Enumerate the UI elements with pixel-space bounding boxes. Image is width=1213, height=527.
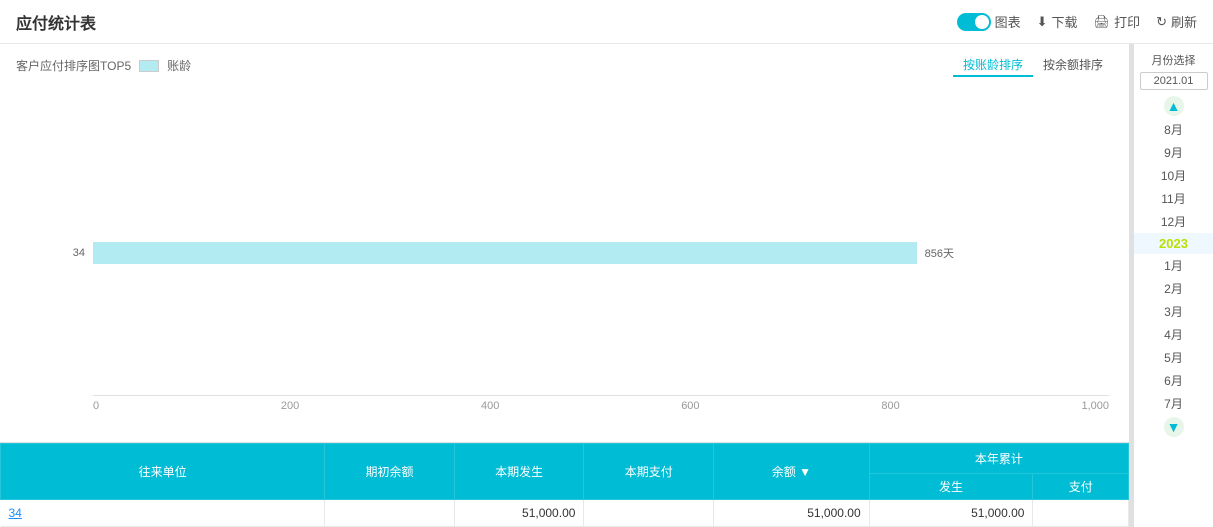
- toggle-label: 图表: [995, 12, 1021, 31]
- refresh-button[interactable]: ↻ 刷新: [1156, 12, 1197, 31]
- x-label-600: 600: [681, 400, 699, 412]
- x-label-400: 400: [481, 400, 499, 412]
- x-axis: 0 200 400 600 800 1,000: [93, 395, 1109, 412]
- sort-by-balance-btn[interactable]: 按账龄排序: [953, 54, 1033, 77]
- bar-fill: [93, 242, 917, 264]
- col-unit-header: 往来单位: [1, 444, 325, 500]
- download-icon: ⬇: [1037, 14, 1048, 30]
- sidebar-month-6[interactable]: 6月: [1134, 369, 1213, 392]
- sidebar-month-3[interactable]: 3月: [1134, 300, 1213, 323]
- cell-ytd-pay: [1033, 500, 1129, 527]
- header-actions: 图表 ⬇ 下载 🖨 打印 ↻ 刷新: [957, 12, 1197, 31]
- x-label-0: 0: [93, 400, 99, 412]
- sidebar-month-1[interactable]: 1月: [1134, 254, 1213, 277]
- sort-by-amount-btn[interactable]: 按余额排序: [1033, 54, 1113, 77]
- x-label-800: 800: [881, 400, 899, 412]
- table-wrapper: 往来单位 期初余额 本期发生 本期支付 余额 ▼ 本年累计: [0, 443, 1129, 527]
- bar-label: 34: [60, 247, 85, 259]
- bar-track: 856天: [93, 242, 1029, 264]
- sidebar-month-2[interactable]: 2月: [1134, 277, 1213, 300]
- x-label-1000: 1,000: [1081, 400, 1109, 412]
- print-label: 打印: [1114, 12, 1140, 31]
- sidebar-year-2023[interactable]: 2023: [1134, 233, 1213, 254]
- cell-balance: 51,000.00: [714, 500, 870, 527]
- sidebar-month-4[interactable]: 4月: [1134, 323, 1213, 346]
- cell-opening: [325, 500, 455, 527]
- table-section: 往来单位 期初余额 本期发生 本期支付 余额 ▼ 本年累计: [0, 442, 1129, 527]
- refresh-icon: ↻: [1156, 14, 1167, 30]
- chart-legend: 客户应付排序图TOP5 账龄: [16, 57, 191, 74]
- sidebar-month-11[interactable]: 11月: [1134, 187, 1213, 210]
- sidebar-title: 月份选择: [1152, 48, 1196, 72]
- sidebar-month-7[interactable]: 7月: [1134, 392, 1213, 415]
- sidebar-month-9[interactable]: 9月: [1134, 141, 1213, 164]
- col-ytd-occur-header: 发生: [869, 474, 1033, 500]
- x-label-200: 200: [281, 400, 299, 412]
- chart-sort: 按账龄排序 按余额排序: [953, 54, 1113, 77]
- sidebar-month-10[interactable]: 10月: [1134, 164, 1213, 187]
- main-content: 客户应付排序图TOP5 账龄 按账龄排序 按余额排序 34: [0, 44, 1213, 527]
- cell-unit[interactable]: 34: [1, 500, 325, 527]
- print-icon: 🖨: [1094, 14, 1111, 30]
- sidebar-month-5[interactable]: 5月: [1134, 346, 1213, 369]
- refresh-label: 刷新: [1171, 12, 1197, 31]
- download-label: 下载: [1052, 12, 1078, 31]
- legend-title: 客户应付排序图TOP5: [16, 57, 131, 74]
- balance-label: 余额: [772, 465, 796, 479]
- legend-box-label: 账龄: [167, 57, 191, 74]
- col-occur-header: 本期发生: [454, 444, 584, 500]
- page-title: 应付统计表: [16, 10, 96, 34]
- download-button[interactable]: ⬇ 下载: [1037, 12, 1078, 31]
- sidebar-month-8[interactable]: 8月: [1134, 118, 1213, 141]
- table-row: 34 51,000.00 51,000.00 51,000.00: [1, 500, 1129, 527]
- sidebar-date[interactable]: 2021.01: [1140, 72, 1208, 90]
- data-table: 往来单位 期初余额 本期发生 本期支付 余额 ▼ 本年累计: [0, 443, 1129, 527]
- chart-body: 34 856天 0 200 400 600 800: [0, 83, 1129, 442]
- cell-pay: [584, 500, 714, 527]
- balance-sort-icon[interactable]: ▼: [799, 465, 811, 479]
- col-opening-header: 期初余额: [325, 444, 455, 500]
- chart-toggle-action[interactable]: 图表: [957, 12, 1021, 31]
- chart-toggle-switch[interactable]: [957, 13, 991, 31]
- app-container: 应付统计表 图表 ⬇ 下载 🖨 打印 ↻ 刷新: [0, 0, 1213, 527]
- cell-ytd-occur: 51,000.00: [869, 500, 1033, 527]
- table-header-row1: 往来单位 期初余额 本期发生 本期支付 余额 ▼ 本年累计: [1, 444, 1129, 474]
- chart-header: 客户应付排序图TOP5 账龄 按账龄排序 按余额排序: [0, 44, 1129, 83]
- bar-end-label: 856天: [925, 245, 954, 261]
- cell-occur: 51,000.00: [454, 500, 584, 527]
- print-button[interactable]: 🖨 打印: [1094, 12, 1141, 31]
- col-ytd-header: 本年累计: [869, 444, 1128, 474]
- col-balance-header: 余额 ▼: [714, 444, 870, 500]
- chart-area: 客户应付排序图TOP5 账龄 按账龄排序 按余额排序 34: [0, 44, 1129, 527]
- main-left: 客户应付排序图TOP5 账龄 按账龄排序 按余额排序 34: [0, 44, 1129, 527]
- legend-box: [139, 60, 159, 72]
- sidebar-down-btn[interactable]: ▼: [1164, 417, 1184, 437]
- sidebar: 月份选择 2021.01 ▲ 8月 9月 10月 11月 12月 2023 1月…: [1133, 44, 1213, 527]
- sidebar-up-btn[interactable]: ▲: [1164, 96, 1184, 116]
- col-pay-header: 本期支付: [584, 444, 714, 500]
- header: 应付统计表 图表 ⬇ 下载 🖨 打印 ↻ 刷新: [0, 0, 1213, 44]
- col-ytd-pay-header: 支付: [1033, 474, 1129, 500]
- sidebar-month-12[interactable]: 12月: [1134, 210, 1213, 233]
